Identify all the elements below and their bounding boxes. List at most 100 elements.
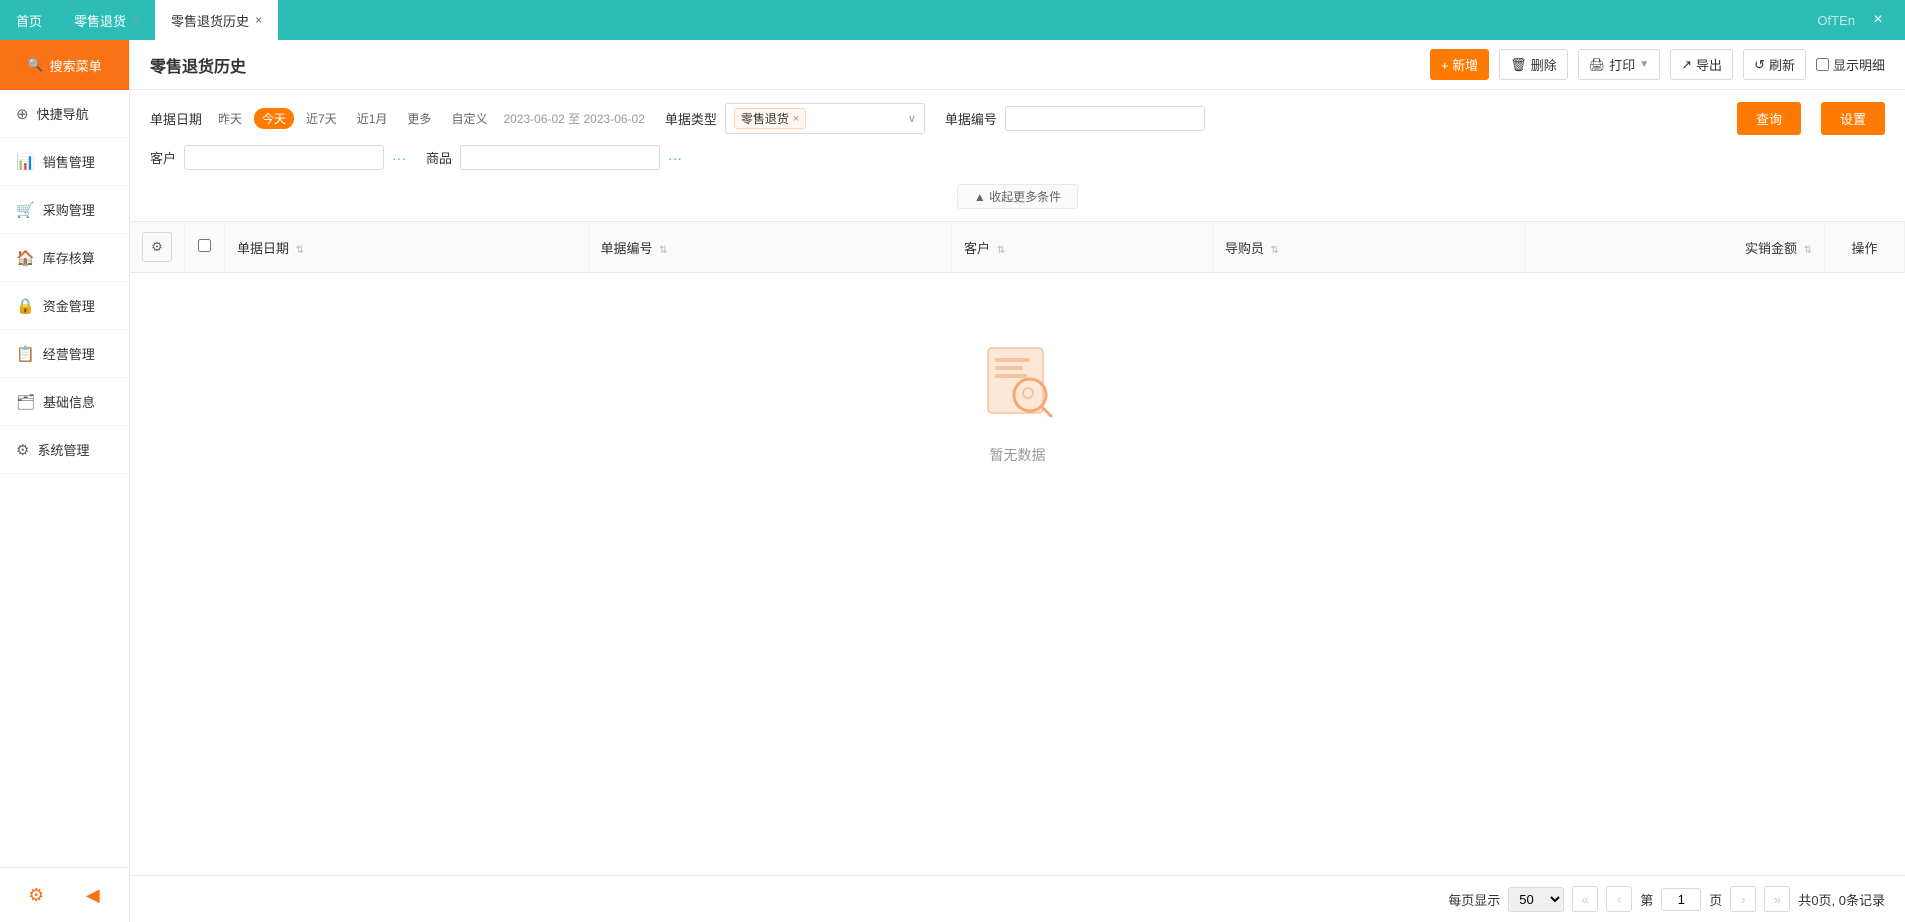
th-amount[interactable]: 实销金额 ⇅ — [1525, 222, 1825, 273]
sidebar: 🔍 搜索菜单 ⊕ 快捷导航 📊 销售管理 🛒 采购管理 🏠 库存核算 🔒 资金管… — [0, 40, 130, 922]
sidebar-item-basic-info[interactable]: 🗂 基础信息 — [0, 378, 129, 426]
filter-type-chevron-icon: ∨ — [908, 112, 916, 125]
pagination: 每页显示 10 20 50 100 « ‹ 第 页 › » 共0页, 0条记录 — [130, 875, 1905, 922]
filter-group-customer: 客户 ··· — [150, 145, 406, 170]
sidebar-item-inventory[interactable]: 🏠 库存核算 — [0, 234, 129, 282]
tab-retail-return[interactable]: 零售退货 × — [58, 0, 155, 40]
filter-type-tag: 零售退货 × — [734, 108, 806, 129]
sort-customer-icon: ⇅ — [997, 245, 1005, 256]
filter-customer-input[interactable] — [184, 145, 384, 170]
sales-icon: 📊 — [16, 153, 35, 171]
sort-id-icon: ⇅ — [659, 245, 667, 256]
first-page-button[interactable]: « — [1572, 886, 1598, 912]
filter-customer-dots[interactable]: ··· — [392, 150, 406, 166]
page-input[interactable] — [1661, 888, 1701, 911]
per-page-select[interactable]: 10 20 50 100 — [1508, 887, 1564, 912]
sidebar-item-operations[interactable]: 📋 经营管理 — [0, 330, 129, 378]
print-button-label: 打印 — [1609, 55, 1635, 74]
often-label: OfTEn — [1817, 13, 1855, 28]
quicknav-icon: ⊕ — [16, 105, 29, 123]
tab-list: 首页 零售退货 × 零售退货历史 × — [0, 0, 1817, 40]
refresh-button[interactable]: ↺ 刷新 — [1743, 49, 1806, 80]
settings-bottom-icon[interactable]: ⚙ — [21, 880, 51, 910]
display-toggle-label: 显示明细 — [1833, 55, 1885, 74]
display-toggle-checkbox[interactable] — [1816, 58, 1829, 71]
collapse-filter-button[interactable]: ▲ 收起更多条件 — [957, 184, 1078, 209]
filter-type-tag-close[interactable]: × — [793, 113, 799, 125]
sidebar-item-purchase-label: 采购管理 — [43, 200, 95, 219]
refresh-button-label: 刷新 — [1769, 55, 1795, 74]
filter-date-label: 单据日期 — [150, 109, 202, 128]
print-icon: 🖨 — [1589, 57, 1606, 73]
page-title: 零售退货历史 — [150, 53, 246, 77]
filter-group-type: 单据类型 零售退货 × ∨ — [665, 103, 925, 134]
th-id[interactable]: 单据编号 ⇅ — [588, 222, 952, 273]
filter-type-select[interactable]: 零售退货 × ∨ — [725, 103, 925, 134]
filter-area: 单据日期 昨天 今天 近7天 近1月 更多 自定义 2023-06-02 至 2… — [130, 90, 1905, 222]
new-button[interactable]: + 新增 — [1430, 49, 1489, 80]
query-button[interactable]: 查询 — [1737, 102, 1801, 135]
export-icon: ↗ — [1681, 57, 1692, 73]
export-button-label: 导出 — [1696, 55, 1722, 74]
print-chevron-icon: ▼ — [1639, 59, 1649, 70]
sidebar-item-sales[interactable]: 📊 销售管理 — [0, 138, 129, 186]
tab-retail-return-close[interactable]: × — [132, 13, 139, 27]
sidebar-item-quicknav[interactable]: ⊕ 快捷导航 — [0, 90, 129, 138]
tab-retail-return-history-close[interactable]: × — [255, 13, 262, 27]
filter-id-label: 单据编号 — [945, 109, 997, 128]
date-option-7days[interactable]: 近7天 — [298, 108, 345, 129]
top-bar: 首页 零售退货 × 零售退货历史 × OfTEn × — [0, 0, 1905, 40]
collapse-filter-label: ▲ 收起更多条件 — [974, 188, 1061, 205]
collapse-row: ▲ 收起更多条件 — [150, 180, 1885, 209]
date-option-custom[interactable]: 自定义 — [443, 108, 495, 129]
delete-icon: 🗑 — [1510, 57, 1527, 73]
table-settings-icon[interactable]: ⚙ — [142, 232, 172, 262]
sidebar-item-system[interactable]: ⚙ 系统管理 — [0, 426, 129, 474]
print-button[interactable]: 🖨 打印 ▼ — [1578, 49, 1660, 80]
last-page-button[interactable]: » — [1764, 886, 1790, 912]
select-all-checkbox[interactable] — [198, 239, 211, 252]
tab-home[interactable]: 首页 — [0, 0, 58, 40]
delete-button[interactable]: 🗑 删除 — [1499, 49, 1568, 80]
th-checkbox — [185, 222, 225, 273]
basic-info-icon: 🗂 — [16, 393, 35, 411]
export-button[interactable]: ↗ 导出 — [1670, 49, 1733, 80]
sidebar-search[interactable]: 🔍 搜索菜单 — [0, 40, 129, 90]
date-option-more[interactable]: 更多 — [399, 108, 439, 129]
page-unit-label: 页 — [1709, 890, 1722, 909]
purchase-icon: 🛒 — [16, 201, 35, 219]
date-option-today[interactable]: 今天 — [254, 108, 294, 129]
th-customer[interactable]: 客户 ⇅ — [952, 222, 1213, 273]
window-close-button[interactable]: × — [1863, 5, 1893, 35]
filter-group-date: 单据日期 昨天 今天 近7天 近1月 更多 自定义 2023-06-02 至 2… — [150, 108, 645, 129]
page-label: 第 — [1640, 890, 1653, 909]
sidebar-item-sales-label: 销售管理 — [43, 152, 95, 171]
filter-row-1: 单据日期 昨天 今天 近7天 近1月 更多 自定义 2023-06-02 至 2… — [150, 102, 1885, 135]
th-guide[interactable]: 导购员 ⇅ — [1212, 222, 1524, 273]
date-option-yesterday[interactable]: 昨天 — [210, 108, 250, 129]
filter-goods-input[interactable] — [460, 145, 660, 170]
next-page-button[interactable]: › — [1730, 886, 1756, 912]
sidebar-item-system-label: 系统管理 — [37, 440, 89, 459]
sidebar-item-inventory-label: 库存核算 — [43, 248, 95, 267]
tab-retail-return-history[interactable]: 零售退货历史 × — [155, 0, 278, 40]
empty-state: 暂无数据 — [130, 273, 1905, 525]
system-icon: ⚙ — [16, 441, 29, 459]
date-option-1month[interactable]: 近1月 — [349, 108, 396, 129]
filter-goods-dots[interactable]: ··· — [668, 150, 682, 166]
filter-id-input[interactable] — [1005, 106, 1205, 131]
th-date[interactable]: 单据日期 ⇅ — [225, 222, 589, 273]
sidebar-item-finance[interactable]: 🔒 资金管理 — [0, 282, 129, 330]
collapse-sidebar-icon[interactable]: ◀ — [78, 880, 108, 910]
settings-filter-button[interactable]: 设置 — [1821, 102, 1885, 135]
tab-home-label: 首页 — [16, 11, 42, 30]
per-page-label: 每页显示 — [1448, 890, 1500, 909]
prev-page-button[interactable]: ‹ — [1606, 886, 1632, 912]
empty-state-text: 暂无数据 — [990, 445, 1046, 465]
new-button-label: + 新增 — [1441, 55, 1478, 74]
refresh-icon: ↺ — [1754, 57, 1765, 73]
sidebar-item-purchase[interactable]: 🛒 采购管理 — [0, 186, 129, 234]
inventory-icon: 🏠 — [16, 249, 35, 267]
filter-type-label: 单据类型 — [665, 109, 717, 128]
filter-group-goods: 商品 ··· — [426, 145, 682, 170]
